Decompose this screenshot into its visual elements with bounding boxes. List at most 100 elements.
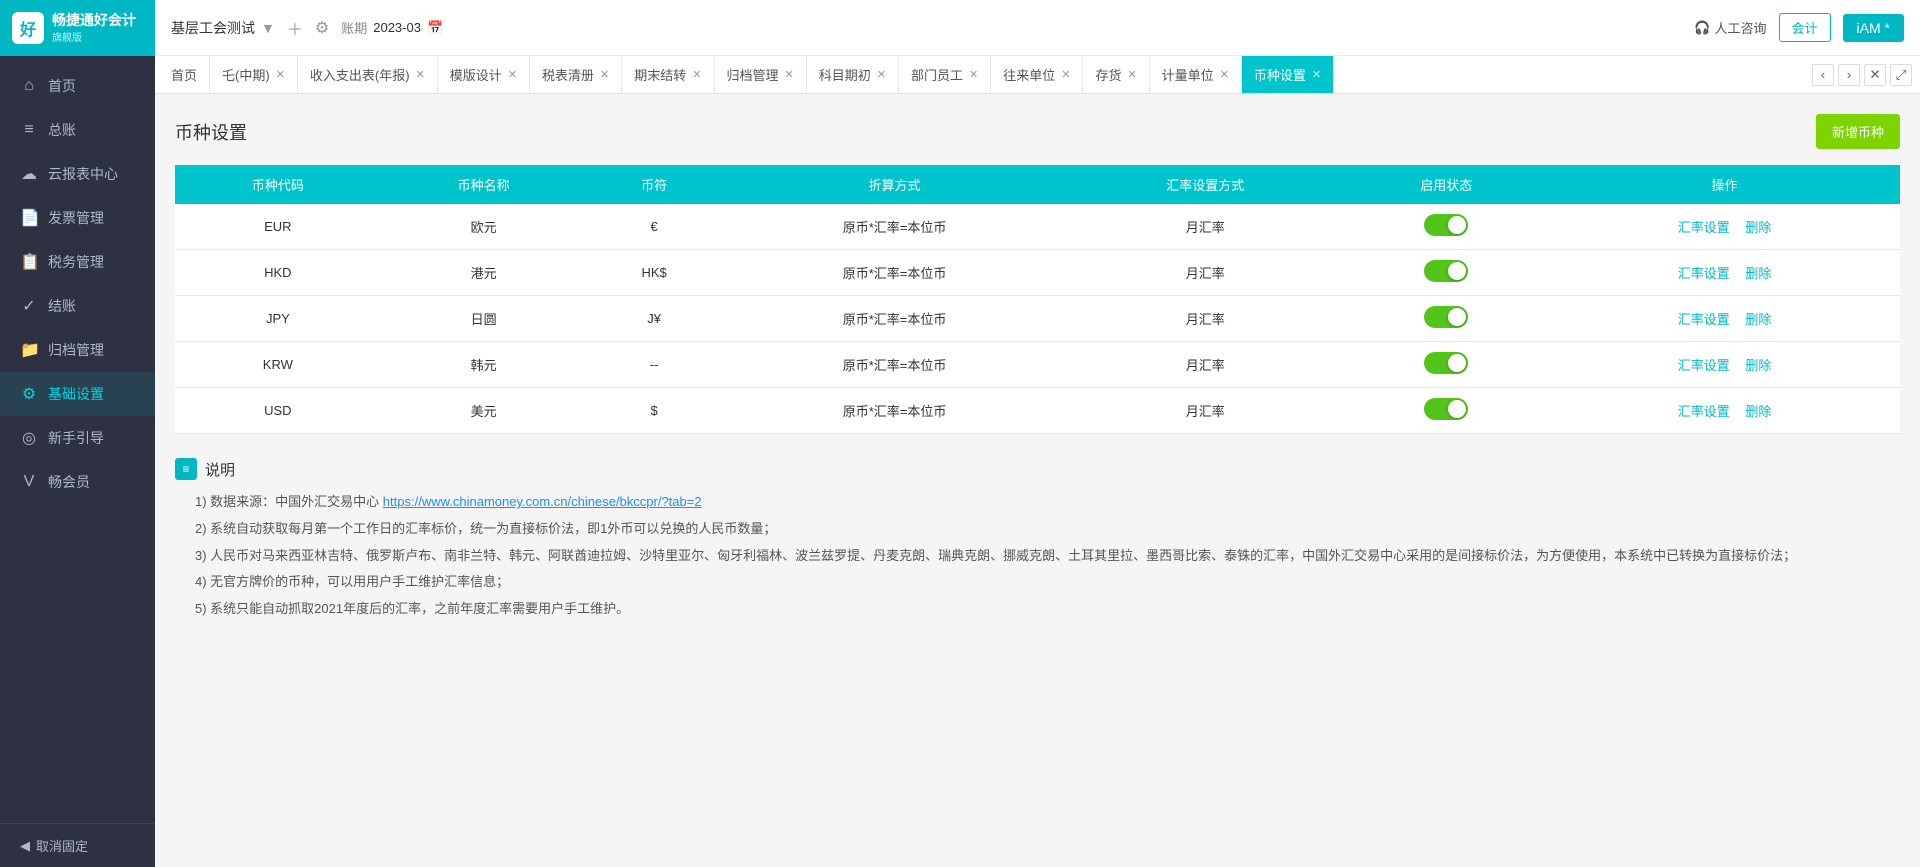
tab-close-all-button[interactable]: ✕ [1864,64,1886,86]
sidebar-item-总账[interactable]: ≡总账 [0,108,155,152]
status-toggle[interactable] [1424,398,1468,420]
help-label: 人工咨询 [1715,18,1767,37]
tab-部门员工[interactable]: 部门员工 ✕ [899,56,991,94]
cell-code: HKD [175,250,381,296]
tab-close-icon[interactable]: ✕ [785,68,794,81]
rate-settings-link[interactable]: 汇率设置 [1678,266,1730,281]
rate-settings-link[interactable]: 汇率设置 [1678,312,1730,327]
sidebar-icon: ◎ [20,428,38,448]
col-actions: 操作 [1549,165,1900,204]
tab-label: 币种设置 [1254,65,1306,84]
notice-item-1: 1) 数据来源：中国外汇交易中心 https://www.chinamoney.… [195,492,1900,513]
pin-label: 取消固定 [36,836,88,855]
tab-label: 乇(中期) [222,65,270,84]
notice-item-3: 3) 人民币对马来西亚林吉特、俄罗斯卢布、南非兰特、韩元、阿联酋迪拉姆、沙特里亚… [195,546,1900,567]
sidebar-icon: ✓ [20,296,38,316]
notice-link[interactable]: https://www.chinamoney.com.cn/chinese/bk… [383,494,702,509]
delete-link[interactable]: 删除 [1745,358,1771,373]
logo-text-group: 畅捷通好会计 旗舰版 [52,12,136,44]
page-title: 币种设置 [175,119,247,145]
company-dropdown-icon[interactable]: ▼ [261,20,275,36]
help-button[interactable]: 🎧 人工咨询 [1694,18,1766,37]
tab-close-icon[interactable]: ✕ [1312,68,1321,81]
cell-actions: 汇率设置 删除 [1549,296,1900,342]
tab-close-icon[interactable]: ✕ [969,68,978,81]
sidebar-item-云报表中心[interactable]: ☁云报表中心 [0,152,155,196]
tab-close-icon[interactable]: ✕ [1127,68,1136,81]
sidebar-item-基础设置[interactable]: ⚙基础设置 [0,372,155,416]
tab-收入支出表(年报)[interactable]: 收入支出表(年报)✕ [298,56,438,94]
sidebar-item-畅会员[interactable]: V畅会员 [0,460,155,504]
calendar-icon[interactable]: 📅 [427,20,443,36]
status-toggle[interactable] [1424,214,1468,236]
iam-button[interactable]: iAM * [1843,14,1904,42]
tab-币种设置[interactable]: 币种设置 ✕ [1242,56,1334,94]
tab-close-icon[interactable]: ✕ [600,68,609,81]
tab-模版设计[interactable]: 模版设计✕ [438,56,530,94]
settings-icon[interactable]: ⚙ [315,18,329,38]
tab-close-icon[interactable]: ✕ [692,68,701,81]
sidebar-item-首页[interactable]: ⌂首页 [0,64,155,108]
logo-icon: 好 [12,12,44,44]
topbar: 基层工会测试 ▼ ＋ ⚙ 账期 2023-03 📅 🎧 人工咨询 会计 iAM … [155,0,1920,56]
status-toggle[interactable] [1424,352,1468,374]
sidebar-item-label: 结账 [48,296,76,316]
col-name: 币种名称 [381,165,587,204]
sidebar-pin-toggle[interactable]: ◀ 取消固定 [0,823,155,867]
tab-expand-button[interactable]: ⤢ [1890,64,1912,86]
sidebar-item-归档管理[interactable]: 📁归档管理 [0,328,155,372]
tab-prev-button[interactable]: ‹ [1812,64,1834,86]
tab-label: 部门员工 [911,65,963,84]
tab-往来单位[interactable]: 往来单位✕ [991,56,1083,94]
delete-link[interactable]: 删除 [1745,312,1771,327]
status-toggle[interactable] [1424,260,1468,282]
tab-税表清册[interactable]: 税表清册✕ [530,56,622,94]
tab-科目期初[interactable]: 科目期初✕ [807,56,899,94]
sidebar-item-新手引导[interactable]: ◎新手引导 [0,416,155,460]
tabs-navigation: ‹ › ✕ ⤢ [1812,64,1916,86]
tab-close-icon[interactable]: ✕ [1220,68,1229,81]
tab-close-icon[interactable]: ✕ [877,68,886,81]
tab-label: 归档管理 [727,65,779,84]
delete-link[interactable]: 删除 [1745,220,1771,235]
cell-code: KRW [175,342,381,388]
table-row: HKD 港元 HK$ 原币*汇率=本位币 月汇率 汇率设置 删除 [175,250,1900,296]
tab-归档管理[interactable]: 归档管理 ✕ [715,56,807,94]
tab-乇(中期)[interactable]: 乇(中期) ✕ [210,56,298,94]
delete-link[interactable]: 删除 [1745,266,1771,281]
rate-settings-link[interactable]: 汇率设置 [1678,220,1730,235]
tab-next-button[interactable]: › [1838,64,1860,86]
table-row: EUR 欧元 € 原币*汇率=本位币 月汇率 汇率设置 删除 [175,204,1900,250]
delete-link[interactable]: 删除 [1745,404,1771,419]
new-currency-button[interactable]: 新增币种 [1816,114,1900,149]
sidebar-item-税务管理[interactable]: 📋 税务管理 [0,240,155,284]
tab-close-icon[interactable]: ✕ [1061,68,1070,81]
sidebar-item-发票管理[interactable]: 📄发票管理 [0,196,155,240]
tab-close-icon[interactable]: ✕ [276,68,285,81]
sidebar-item-结账[interactable]: ✓ 结账 [0,284,155,328]
cell-rate-type: 月汇率 [1067,388,1343,434]
tab-close-icon[interactable]: ✕ [508,68,517,81]
rate-settings-link[interactable]: 汇率设置 [1678,358,1730,373]
sidebar-item-label: 首页 [48,76,76,96]
sidebar-item-label: 税务管理 [48,252,104,272]
topbar-right: 🎧 人工咨询 会计 iAM * [1694,13,1904,42]
cell-rate-type: 月汇率 [1067,204,1343,250]
cell-code: JPY [175,296,381,342]
sidebar-icon: 📁 [20,340,38,360]
tab-首页[interactable]: 首页 [159,56,210,94]
cell-symbol: -- [586,342,721,388]
user-role-button[interactable]: 会计 [1779,13,1831,42]
cell-actions: 汇率设置 删除 [1549,204,1900,250]
sidebar-icon: 📋 [20,252,38,272]
tab-期末结转[interactable]: 期末结转✕ [622,56,714,94]
period-value: 2023-03 [373,20,421,35]
status-toggle[interactable] [1424,306,1468,328]
tab-存货[interactable]: 存货✕ [1083,56,1149,94]
sidebar-nav: ⌂首页≡总账☁云报表中心📄发票管理 📋 税务管理 ✓ 结账 📁归档管理⚙基础设置◎新手引导… [0,56,155,823]
tab-计量单位[interactable]: 计量单位✕ [1150,56,1242,94]
sidebar-item-label: 基础设置 [48,384,104,404]
tab-close-icon[interactable]: ✕ [416,68,425,81]
add-tab-button[interactable]: ＋ [287,16,303,40]
rate-settings-link[interactable]: 汇率设置 [1678,404,1730,419]
